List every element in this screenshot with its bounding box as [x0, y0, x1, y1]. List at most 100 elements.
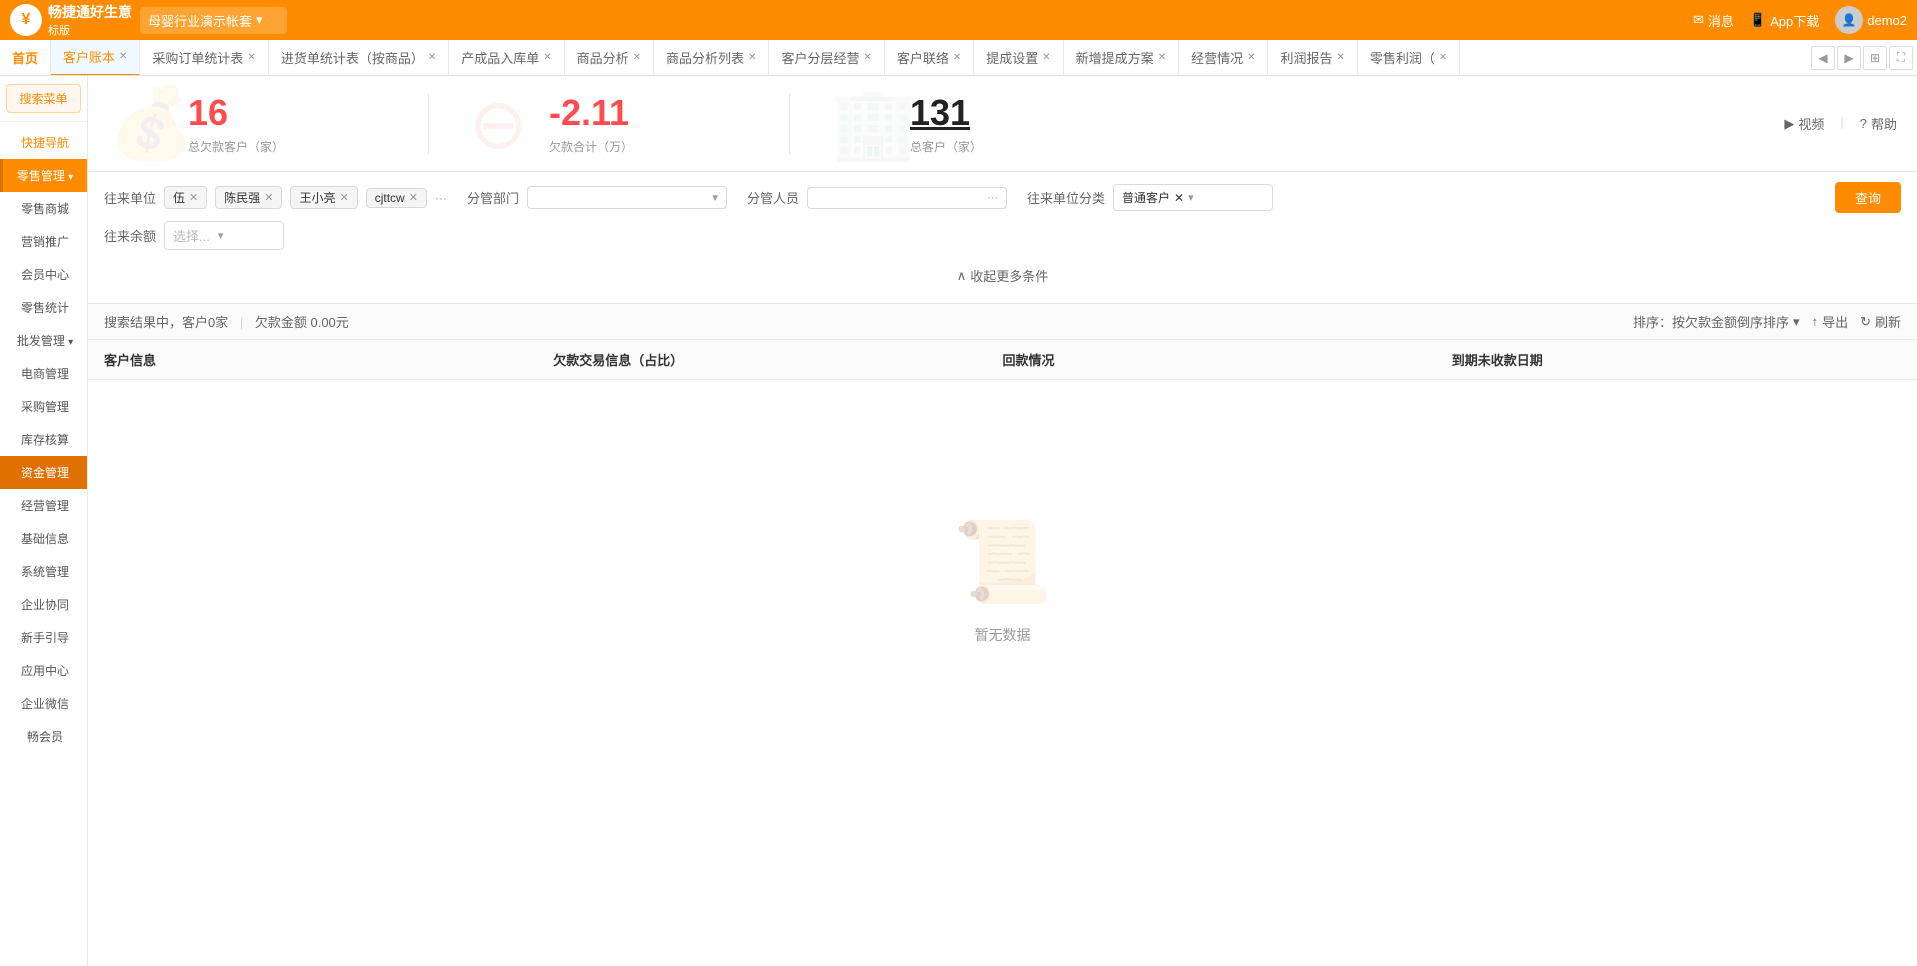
close-icon[interactable]: ✕	[428, 52, 436, 63]
sidebar-item-member-center[interactable]: 会员中心	[0, 258, 87, 291]
collapse-btn[interactable]: ∧ 收起更多条件	[945, 262, 1061, 289]
sidebar-item-enterprise-wechat[interactable]: 企业微信	[0, 687, 87, 720]
filter-more-tags[interactable]: ···	[435, 191, 447, 205]
content-area: 💰 16 总欠款客户（家） ⊖ -2.11 欠款合计（万） 🏢	[88, 76, 1917, 966]
sidebar-item-new-guide[interactable]: 新手引导	[0, 621, 87, 654]
export-label: 导出	[1822, 312, 1848, 331]
tab-label: 经营情况	[1191, 48, 1243, 67]
balance-dropdown-icon: ▾	[218, 229, 224, 242]
video-label: 视频	[1798, 114, 1824, 133]
sidebar-item-operation-manage[interactable]: 经营管理	[0, 489, 87, 522]
close-icon[interactable]: ✕	[748, 52, 756, 63]
tab-retail-profit[interactable]: 零售利润（ ✕	[1358, 40, 1460, 76]
nav-next-arrow[interactable]: ▶	[1837, 46, 1861, 70]
tab-label: 提成设置	[986, 48, 1038, 67]
message-btn[interactable]: ✉ 消息	[1693, 11, 1734, 30]
stats-actions: ▶ 视频 | ? 帮助	[1784, 114, 1897, 133]
tag-text: cjttcw	[375, 191, 405, 205]
col-overdue-date: 到期未收款日期	[1452, 350, 1901, 369]
result-text-group: 搜索结果中，客户0家 | 欠款金额 0.00元	[104, 312, 349, 331]
tab-home[interactable]: 首页	[0, 40, 51, 76]
tab-product-analysis[interactable]: 商品分析 ✕	[565, 40, 654, 76]
balance-select[interactable]: 选择... ▾	[164, 221, 284, 250]
tab-profit-report[interactable]: 利润报告 ✕	[1268, 40, 1357, 76]
sidebar-item-capital-manage[interactable]: 资金管理	[0, 456, 87, 489]
dept-select[interactable]: ▾	[527, 186, 727, 209]
tab-customer-account[interactable]: 客户账本 ✕	[51, 40, 140, 76]
stat-total-customers2: 131 总客户（家）	[830, 92, 1042, 155]
user-menu[interactable]: 👤 demo2	[1835, 6, 1907, 34]
sidebar-item-marketing[interactable]: 营销推广	[0, 225, 87, 258]
search-menu-btn[interactable]: 搜索菜单	[6, 84, 81, 113]
store-selector[interactable]: 母婴行业演示帐套 ▾	[140, 7, 287, 34]
tag-text: 伍	[173, 189, 185, 206]
sidebar-item-enterprise-cooperation[interactable]: 企业协同	[0, 588, 87, 621]
search-button[interactable]: 查询	[1835, 182, 1901, 213]
main-layout: 搜索菜单 快捷导航 零售管理 ▾ 零售商城 营销推广 会员中心 零售统计 批发管…	[0, 76, 1917, 966]
tab-customer-contact[interactable]: 客户联络 ✕	[885, 40, 974, 76]
filter-row-1: 往来单位 伍 ✕ 陈民强 ✕ 王小亮 ✕ cjttcw ✕ ···	[104, 182, 1901, 213]
close-icon[interactable]: ✕	[953, 52, 961, 63]
close-icon[interactable]: ✕	[1439, 52, 1447, 63]
tab-new-raise-plan[interactable]: 新增提成方案 ✕	[1064, 40, 1179, 76]
collapse-label: 收起更多条件	[970, 266, 1048, 285]
remove-tag-cjttcw[interactable]: ✕	[409, 191, 418, 204]
sidebar-item-app-center[interactable]: 应用中心	[0, 654, 87, 687]
close-icon[interactable]: ✕	[1337, 52, 1345, 63]
sidebar-item-inventory[interactable]: 库存核算	[0, 423, 87, 456]
tab-business-status[interactable]: 经营情况 ✕	[1179, 40, 1268, 76]
close-icon[interactable]: ✕	[1247, 52, 1255, 63]
tab-customer-segment[interactable]: 客户分层经营 ✕	[769, 40, 884, 76]
close-icon[interactable]: ✕	[1158, 52, 1166, 63]
sidebar-item-purchase-manage[interactable]: 采购管理	[0, 390, 87, 423]
tab-raise-settings[interactable]: 提成设置 ✕	[974, 40, 1063, 76]
close-icon[interactable]: ✕	[247, 52, 255, 63]
sidebar-item-retail-manage[interactable]: 零售管理 ▾	[0, 159, 87, 192]
sort-label: 排序：按欠款金额倒序排序	[1633, 312, 1789, 331]
person-select[interactable]: ···	[807, 187, 1007, 209]
tab-inbound-stats[interactable]: 进货单统计表（按商品） ✕	[269, 40, 449, 76]
nav-expand-arrow[interactable]: ⊞	[1863, 46, 1887, 70]
debt-amount-text: 欠款金额 0.00元	[255, 315, 349, 330]
video-btn[interactable]: ▶ 视频	[1784, 114, 1824, 133]
category-select[interactable]: 普通客户 ✕ ▾	[1113, 184, 1273, 211]
nav-prev-arrow[interactable]: ◀	[1811, 46, 1835, 70]
category-tag-common: 普通客户 ✕	[1122, 189, 1184, 206]
tab-product-inbound[interactable]: 产成品入库单 ✕	[449, 40, 564, 76]
stat-total-customers-label: 总欠款客户（家）	[188, 138, 284, 155]
app-label: App下载	[1770, 11, 1819, 30]
sidebar-item-retail-mall[interactable]: 零售商城	[0, 192, 87, 225]
tab-product-analysis-list[interactable]: 商品分析列表 ✕	[654, 40, 769, 76]
sort-selector[interactable]: 排序：按欠款金额倒序排序 ▾	[1633, 312, 1800, 331]
remove-tag-wang[interactable]: ✕	[340, 191, 349, 204]
sidebar-item-basic-info[interactable]: 基础信息	[0, 522, 87, 555]
help-icon: ?	[1860, 116, 1867, 131]
tab-purchase-order-stats[interactable]: 采购订单统计表 ✕	[140, 40, 268, 76]
tab-label: 客户联络	[897, 48, 949, 67]
balance-label: 往来余额	[104, 226, 156, 245]
close-icon[interactable]: ✕	[633, 52, 641, 63]
export-btn[interactable]: ↑ 导出	[1812, 312, 1849, 331]
result-divider: |	[240, 315, 243, 330]
sidebar-item-retail-stats[interactable]: 零售统计	[0, 291, 87, 324]
sidebar-item-ecommerce[interactable]: 电商管理	[0, 357, 87, 390]
close-icon[interactable]: ✕	[863, 52, 871, 63]
close-icon[interactable]: ✕	[1042, 52, 1050, 63]
close-icon[interactable]: ✕	[119, 51, 127, 62]
remove-tag-wu[interactable]: ✕	[189, 191, 198, 204]
sidebar-item-system-manage[interactable]: 系统管理	[0, 555, 87, 588]
app-download-btn[interactable]: 📱 App下载	[1750, 11, 1819, 30]
data-table: 客户信息 欠款交易信息（占比） 回款情况 到期未收款日期 📜 暂无数据	[88, 340, 1917, 966]
help-btn[interactable]: ? 帮助	[1860, 114, 1897, 133]
refresh-label: 刷新	[1875, 312, 1901, 331]
sidebar-item-batch-manage[interactable]: 批发管理 ▾	[0, 324, 87, 357]
refresh-btn[interactable]: ↻ 刷新	[1860, 312, 1901, 331]
sidebar-item-member-vip[interactable]: 畅会员	[0, 720, 87, 753]
dept-dropdown-icon: ▾	[712, 191, 718, 204]
remove-tag-chen[interactable]: ✕	[264, 191, 273, 204]
nav-fullscreen[interactable]: ⛶	[1889, 46, 1913, 70]
remove-category[interactable]: ✕	[1174, 191, 1184, 205]
close-icon[interactable]: ✕	[543, 52, 551, 63]
message-icon: ✉	[1693, 12, 1704, 28]
sidebar-item-quick-nav[interactable]: 快捷导航	[0, 126, 87, 159]
